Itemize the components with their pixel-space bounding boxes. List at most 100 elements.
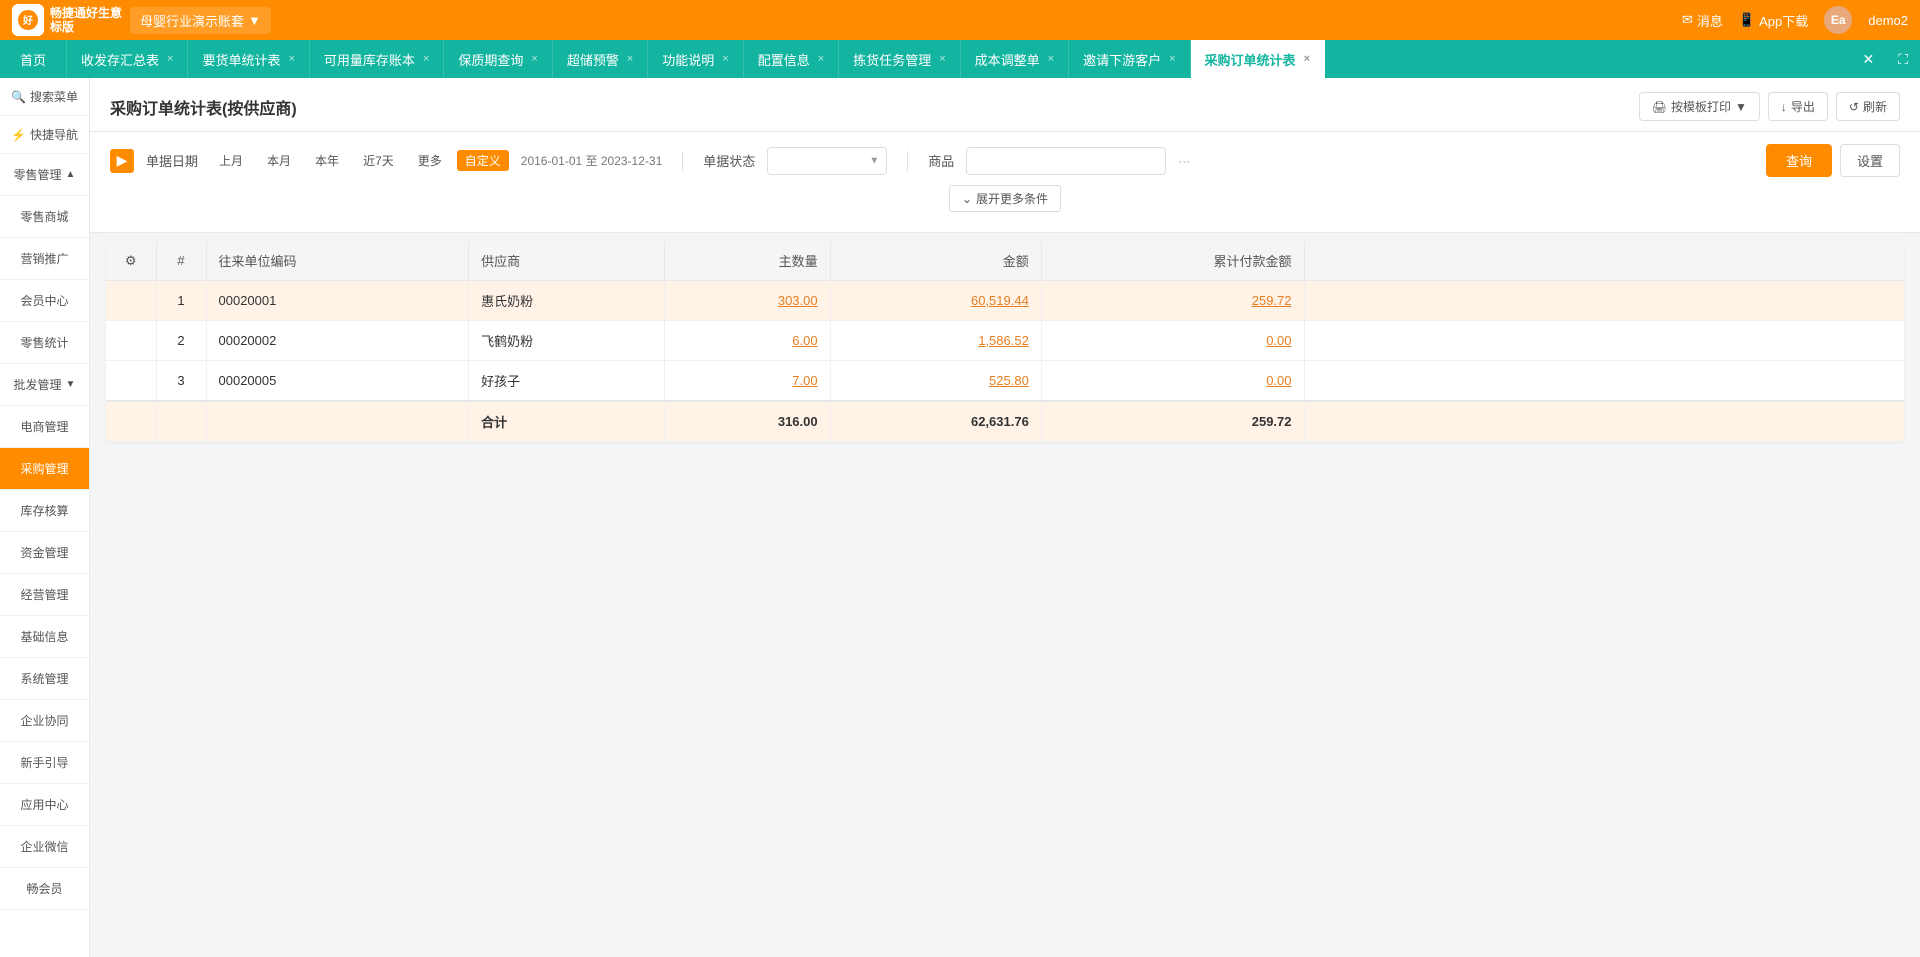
tab-function-desc[interactable]: 功能说明 × <box>648 40 743 78</box>
row-amount: 60,519.44 <box>830 281 1041 321</box>
tab-label: 采购订单统计表 <box>1205 50 1296 69</box>
close-icon[interactable]: × <box>1304 53 1310 65</box>
row-index: 1 <box>156 281 206 321</box>
tab-order-stats[interactable]: 要货单统计表 × <box>188 40 309 78</box>
close-icon[interactable]: × <box>818 53 824 65</box>
logo-icon: 好 <box>12 4 44 36</box>
expand-more-row: ⌄ 展开更多条件 <box>110 177 1900 220</box>
settings-column-header[interactable]: ⚙ <box>106 241 156 281</box>
sidebar-item-system-mgmt[interactable]: 系统管理 <box>0 658 89 700</box>
close-icon[interactable]: × <box>627 53 633 65</box>
close-icon[interactable]: × <box>1169 53 1175 65</box>
tab-warranty[interactable]: 保质期查询 × <box>444 40 552 78</box>
shortcut-this-year[interactable]: 本年 <box>306 149 348 172</box>
message-button[interactable]: ✉ 消息 <box>1682 11 1723 30</box>
footer-amount: 62,631.76 <box>830 401 1041 442</box>
sidebar-item-member[interactable]: 畅会员 <box>0 868 89 910</box>
table-row[interactable]: 3 00020005 好孩子 7.00 525.80 0.00 <box>106 361 1904 402</box>
more-options-button[interactable]: ··· <box>1178 154 1190 168</box>
search-icon: 🔍 <box>11 90 26 104</box>
sidebar-item-inventory-check[interactable]: 库存核算 <box>0 490 89 532</box>
tab-receive-summary[interactable]: 收发存汇总表 × <box>67 40 188 78</box>
sidebar-item-app-center[interactable]: 应用中心 <box>0 784 89 826</box>
close-icon[interactable]: × <box>939 53 945 65</box>
sidebar-item-enterprise-collab[interactable]: 企业协同 <box>0 700 89 742</box>
close-icon[interactable]: × <box>423 53 429 65</box>
goods-search-input[interactable] <box>966 147 1166 175</box>
close-icon[interactable]: × <box>722 53 728 65</box>
workspace-selector[interactable]: 母婴行业演示账套 ▼ <box>130 7 271 34</box>
footer-paid-amount: 259.72 <box>1041 401 1304 442</box>
top-bar-right: ✉ 消息 📱 App下载 Ea demo2 <box>1682 6 1908 34</box>
status-select[interactable] <box>767 147 887 175</box>
row-main-qty: 7.00 <box>665 361 830 402</box>
sidebar-item-basic-info[interactable]: 基础信息 <box>0 616 89 658</box>
settings-button[interactable]: 设置 <box>1840 144 1900 177</box>
shortcut-last-month[interactable]: 上月 <box>210 149 252 172</box>
table-row[interactable]: 1 00020001 惠氏奶粉 303.00 60,519.44 259.72 <box>106 281 1904 321</box>
top-bar-left: 好 畅捷通好生意 标版 母婴行业演示账套 ▼ <box>12 4 271 36</box>
tab-available-stock[interactable]: 可用量库存账本 × <box>310 40 444 78</box>
tab-cost-adjust[interactable]: 成本调整单 × <box>961 40 1069 78</box>
sidebar-item-retail-mgmt[interactable]: 零售管理 ▲ <box>0 154 89 196</box>
shortcut-more[interactable]: 更多 <box>409 149 451 172</box>
app-download-button[interactable]: 📱 App下载 <box>1739 11 1808 30</box>
filter-divider-1 <box>682 151 683 171</box>
export-button[interactable]: ↓ 导出 <box>1768 92 1828 121</box>
shortcut-this-month[interactable]: 本月 <box>258 149 300 172</box>
sidebar-item-retail-mall[interactable]: 零售商城 <box>0 196 89 238</box>
close-icon[interactable]: × <box>288 53 294 65</box>
filter-dates: 上月 本月 本年 近7天 更多 自定义 <box>210 149 509 172</box>
tab-config-info[interactable]: 配置信息 × <box>744 40 839 78</box>
user-avatar[interactable]: Ea <box>1824 6 1852 34</box>
sidebar-item-finance-mgmt[interactable]: 资金管理 <box>0 532 89 574</box>
sidebar-item-wholesale-mgmt[interactable]: 批发管理 ▼ <box>0 364 89 406</box>
sidebar-item-marketing[interactable]: 营销推广 <box>0 238 89 280</box>
settings-icon[interactable]: ⚙ <box>125 253 137 268</box>
tab-home[interactable]: 首页 <box>0 40 67 78</box>
tab-label: 成本调整单 <box>975 50 1040 69</box>
sidebar-item-purchase-mgmt[interactable]: 采购管理 <box>0 448 89 490</box>
table-footer: 合计 316.00 62,631.76 259.72 <box>106 401 1904 442</box>
row-paid-amount: 0.00 <box>1041 361 1304 402</box>
table-header-row: ⚙ # 往来单位编码 供应商 主数量 金额 累计付款金额 <box>106 241 1904 281</box>
sidebar-item-quick-nav[interactable]: ⚡ 快捷导航 <box>0 116 89 154</box>
tab-invite-customer[interactable]: 邀请下游客户 × <box>1069 40 1190 78</box>
filter-bar: ▶ 单据日期 上月 本月 本年 近7天 更多 自定义 2016-01-01 至 … <box>90 132 1920 233</box>
logo-area: 好 畅捷通好生意 标版 <box>12 4 122 36</box>
sidebar-item-retail-stats[interactable]: 零售统计 <box>0 322 89 364</box>
expand-conditions-button[interactable]: ⌄ 展开更多条件 <box>949 185 1061 212</box>
dropdown-arrow-icon: ▼ <box>1735 100 1747 114</box>
tab-overstock[interactable]: 超储预警 × <box>553 40 648 78</box>
date-range-display: 2016-01-01 至 2023-12-31 <box>521 152 662 169</box>
close-icon[interactable]: × <box>1048 53 1054 65</box>
sidebar-item-member-center[interactable]: 会员中心 <box>0 280 89 322</box>
custom-date-badge[interactable]: 自定义 <box>457 150 509 171</box>
sidebar-item-search[interactable]: 🔍 搜索菜单 <box>0 78 89 116</box>
close-icon[interactable]: × <box>531 53 537 65</box>
shortcut-7days[interactable]: 近7天 <box>354 149 403 172</box>
refresh-button[interactable]: ↺ 刷新 <box>1836 92 1900 121</box>
row-amount: 525.80 <box>830 361 1041 402</box>
maximize-icon[interactable]: ⛶ <box>1886 51 1920 68</box>
paid-amount-column-header: 累计付款金额 <box>1041 241 1304 281</box>
query-button[interactable]: 查询 <box>1766 144 1832 177</box>
sidebar-item-ecommerce-mgmt[interactable]: 电商管理 <box>0 406 89 448</box>
footer-extra <box>1304 401 1904 442</box>
sidebar: 🔍 搜索菜单 ⚡ 快捷导航 零售管理 ▲ 零售商城 营销推广 会员中心 零售统计… <box>0 78 90 957</box>
tab-task-mgmt[interactable]: 拣货任务管理 × <box>839 40 960 78</box>
sidebar-item-operations-mgmt[interactable]: 经营管理 <box>0 574 89 616</box>
quick-nav-icon: ⚡ <box>11 128 26 142</box>
status-filter-label: 单据状态 <box>703 151 755 170</box>
tab-purchase-summary[interactable]: 采购订单统计表 × <box>1191 40 1325 78</box>
main-layout: 🔍 搜索菜单 ⚡ 快捷导航 零售管理 ▲ 零售商城 营销推广 会员中心 零售统计… <box>0 78 1920 957</box>
close-all-tabs-icon[interactable]: ✕ <box>1850 51 1886 68</box>
sidebar-item-new-guide[interactable]: 新手引导 <box>0 742 89 784</box>
table-section: ⚙ # 往来单位编码 供应商 主数量 金额 累计付款金额 1 <box>90 241 1920 458</box>
close-icon[interactable]: × <box>167 53 173 65</box>
sidebar-item-enterprise-wechat[interactable]: 企业微信 <box>0 826 89 868</box>
filter-toggle-button[interactable]: ▶ <box>110 149 134 173</box>
print-button[interactable]: 🖨 按模板打印 ▼ <box>1639 92 1760 121</box>
table-row[interactable]: 2 00020002 飞鹤奶粉 6.00 1,586.52 0.00 <box>106 321 1904 361</box>
chevron-down-icon: ▼ <box>66 379 76 390</box>
